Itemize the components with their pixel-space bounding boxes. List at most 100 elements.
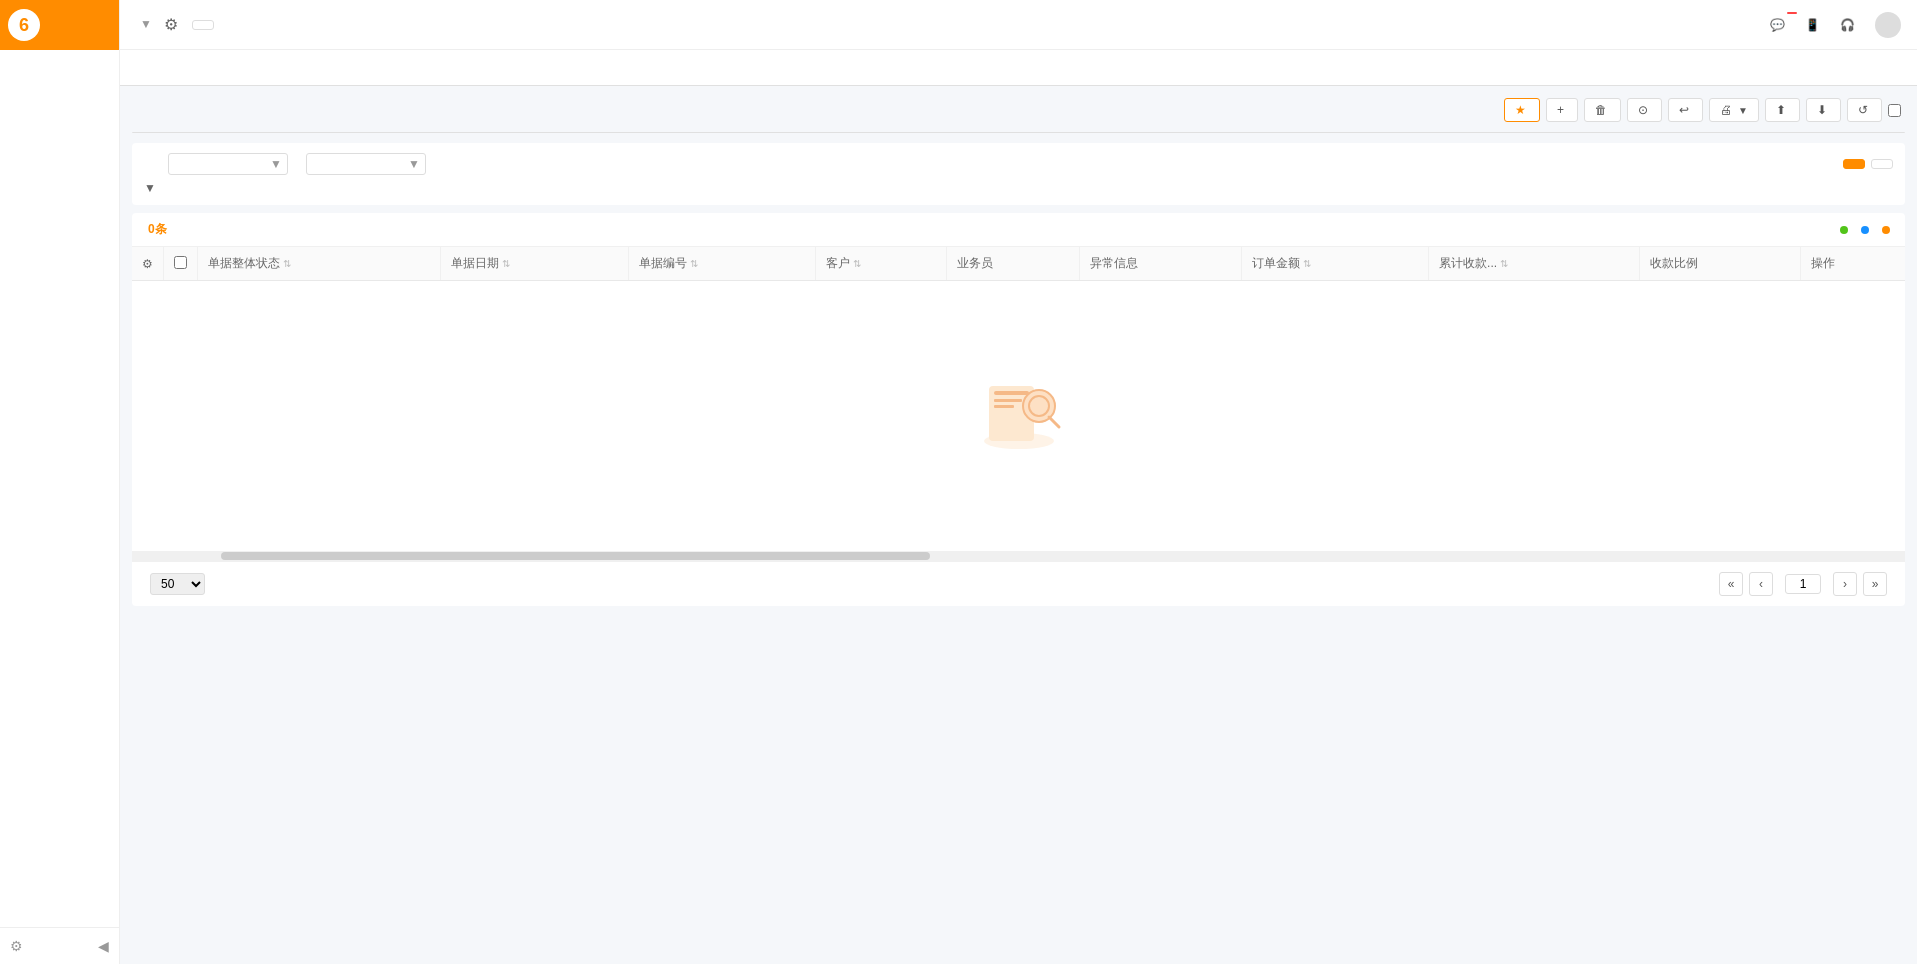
gear-col-icon[interactable]: ⚙	[142, 257, 153, 271]
cancel-approve-dot-icon	[1861, 226, 1869, 234]
sort-cumulative[interactable]: 累计收款... ⇅	[1439, 255, 1508, 272]
approve-dot-icon	[1840, 226, 1848, 234]
col-ratio-label: 收款比例	[1650, 256, 1698, 270]
col-amount-label: 订单金额	[1252, 255, 1300, 272]
scroll-bar[interactable]	[221, 552, 930, 560]
sort-date[interactable]: 单据日期 ⇅	[451, 255, 510, 272]
tab-bar	[120, 50, 1917, 86]
export-button[interactable]: ⬇	[1806, 98, 1841, 122]
empty-svg	[969, 361, 1069, 461]
sidebar-logo: 6	[0, 0, 119, 50]
refresh-icon: ↺	[1858, 103, 1868, 117]
print-icon: 🖨	[1720, 103, 1732, 117]
smart-create-button[interactable]: ★	[1504, 98, 1540, 122]
sort-icon: ⇅	[283, 258, 291, 269]
svg-line-7	[1049, 417, 1059, 427]
cancel-approve-action[interactable]	[1861, 226, 1872, 234]
svg-rect-4	[994, 405, 1014, 408]
page-actions: ★ + 🗑 ⊙ ↩	[1504, 98, 1905, 122]
header-right: 💬 📱 🎧	[1770, 12, 1905, 38]
main-content: ▼ ⚙ 💬 📱 🎧	[120, 0, 1917, 964]
select-all-checkbox[interactable]	[174, 256, 187, 269]
table-result-info: 0条	[144, 221, 167, 238]
cancel-icon: ↩	[1679, 103, 1689, 117]
col-date: 单据日期 ⇅	[441, 247, 628, 281]
sort-amount[interactable]: 订单金额 ⇅	[1252, 255, 1311, 272]
dropdown-icon[interactable]: ▼	[140, 17, 156, 33]
expand-conditions-button[interactable]: ▼	[144, 181, 1893, 195]
status-select[interactable]	[168, 153, 288, 175]
import-icon: ⬆	[1776, 103, 1786, 117]
page-input[interactable]	[1785, 574, 1821, 594]
cancel-stop-button[interactable]: ↩	[1668, 98, 1703, 122]
sort-number[interactable]: 单据编号 ⇅	[639, 255, 698, 272]
stop-button[interactable]: ⊙	[1627, 98, 1662, 122]
pagination-right: « ‹ › »	[1719, 572, 1893, 596]
sort-status[interactable]: 单据整体状态 ⇅	[208, 255, 291, 272]
status-select-wrapper: ▼	[168, 153, 288, 175]
prev-page-button[interactable]: ‹	[1749, 572, 1773, 596]
detail-checkbox-input[interactable]	[1888, 104, 1901, 117]
table-info: 0条	[132, 213, 1905, 247]
online-service-item[interactable]: 🎧	[1840, 18, 1859, 32]
gear-icon[interactable]: ⚙	[164, 15, 184, 35]
filter-row: ▼ ▼	[144, 153, 1893, 175]
app-download-item[interactable]: 📱	[1805, 18, 1824, 32]
svg-rect-2	[994, 391, 1029, 395]
filter-bar: ▼ ▼	[132, 143, 1905, 205]
approve-action[interactable]	[1840, 226, 1851, 234]
payment-select-wrapper: ▼	[306, 153, 426, 175]
settings-icon[interactable]: ⚙	[10, 938, 23, 954]
col-status-label: 单据整体状态	[208, 255, 280, 272]
plus-icon: +	[1557, 103, 1564, 117]
payment-filter: ▼	[300, 153, 426, 175]
first-page-button[interactable]: «	[1719, 572, 1743, 596]
col-ratio: 收款比例	[1639, 247, 1801, 281]
sort-amount-icon: ⇅	[1303, 258, 1311, 269]
col-abnormal-label: 异常信息	[1090, 256, 1138, 270]
print-dropdown-icon: ▼	[1738, 105, 1748, 116]
next-page-button[interactable]: ›	[1833, 572, 1857, 596]
query-button[interactable]	[1843, 159, 1865, 169]
col-cumulative: 累计收款... ⇅	[1429, 247, 1640, 281]
top-header: ▼ ⚙ 💬 📱 🎧	[120, 0, 1917, 50]
print-button[interactable]: 🖨 ▼	[1709, 98, 1759, 122]
refresh-button[interactable]: ↺	[1847, 98, 1882, 122]
logo-icon: 6	[8, 9, 40, 41]
result-count: 0条	[148, 221, 167, 238]
col-customer: 客户 ⇅	[815, 247, 946, 281]
data-table: ⚙ 单据整体状态 ⇅ 单据日期 ⇅	[132, 247, 1905, 281]
col-cumulative-label: 累计收款...	[1439, 255, 1497, 272]
sort-cumulative-icon: ⇅	[1500, 258, 1508, 269]
status-filter: ▼	[162, 153, 288, 175]
show-detail-checkbox[interactable]	[1888, 104, 1905, 117]
sort-number-icon: ⇅	[690, 258, 698, 269]
message-badge	[1787, 12, 1797, 14]
header-left: ▼ ⚙	[132, 15, 214, 35]
delete-icon: 🗑	[1595, 103, 1607, 117]
col-date-label: 单据日期	[451, 255, 499, 272]
import-button[interactable]: ⬆	[1765, 98, 1800, 122]
table-checkbox-col	[164, 247, 198, 281]
last-page-button[interactable]: »	[1863, 572, 1887, 596]
mobile-icon: 📱	[1805, 18, 1820, 32]
sort-customer[interactable]: 客户 ⇅	[826, 255, 861, 272]
table-container: 0条	[132, 213, 1905, 606]
page-size-select[interactable]: 10 20 50 100	[150, 573, 205, 595]
message-item[interactable]: 💬	[1770, 18, 1789, 32]
payment-select[interactable]	[306, 153, 426, 175]
sidebar-footer: ⚙ ◀	[0, 927, 119, 964]
user-item[interactable]	[1875, 12, 1905, 38]
industry-button[interactable]	[192, 20, 214, 30]
empty-illustration	[969, 361, 1069, 461]
settings-filter-button[interactable]	[1871, 159, 1893, 169]
delete-button[interactable]: 🗑	[1584, 98, 1621, 122]
expand-icon: ▼	[144, 181, 156, 195]
ship-dot-icon	[1882, 226, 1890, 234]
add-button[interactable]: +	[1546, 98, 1578, 122]
col-customer-label: 客户	[826, 255, 850, 272]
col-abnormal: 异常信息	[1080, 247, 1242, 281]
ship-action[interactable]	[1882, 226, 1893, 234]
collapse-icon[interactable]: ◀	[98, 938, 109, 954]
table-gear-col: ⚙	[132, 247, 164, 281]
